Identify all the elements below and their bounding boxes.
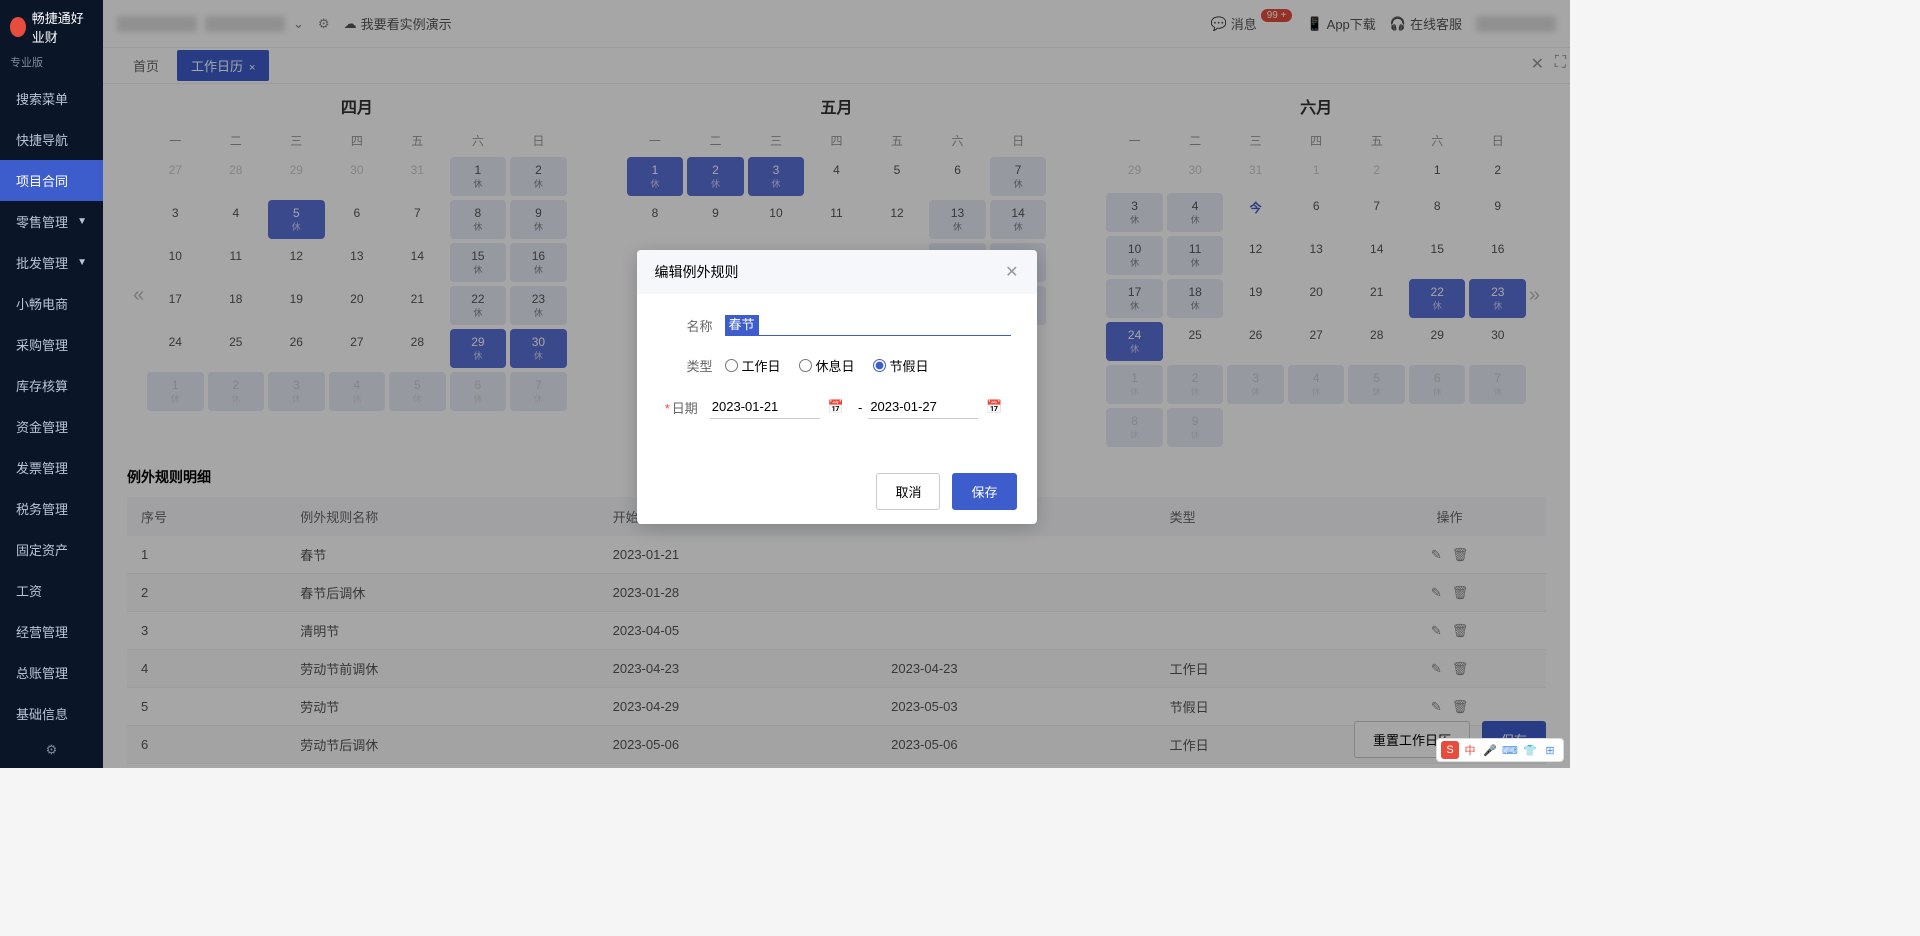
sidebar-item-tax[interactable]: 税务管理 [0,488,103,529]
start-date-input[interactable] [710,395,820,419]
ime-lang-icon[interactable]: 中 [1461,741,1479,759]
sidebar-item-fund[interactable]: 资金管理 [0,406,103,447]
logo-icon [10,17,26,37]
modal-overlay: 编辑例外规则 ✕ 名称 春节 类型 工作日 休息日 [103,0,1570,768]
ime-keyboard-icon[interactable]: ⌨ [1501,741,1519,759]
menu-quicknav[interactable]: 快捷导航 [0,119,103,160]
sidebar-item-invoice[interactable]: 发票管理 [0,447,103,488]
save-button[interactable]: 保存 [952,473,1016,510]
edit-rule-modal: 编辑例外规则 ✕ 名称 春节 类型 工作日 休息日 [637,250,1037,524]
brand-edition: 专业版 [0,54,103,78]
ime-mic-icon[interactable]: 🎤 [1481,741,1499,759]
sidebar-item-ledger[interactable]: 总账管理 [0,652,103,693]
ime-toolbar[interactable]: S 中 🎤 ⌨ 👕 ⊞ [1436,738,1564,762]
modal-close-icon[interactable]: ✕ [1005,262,1018,282]
menu-search[interactable]: 搜索菜单 [0,78,103,119]
sidebar-item-eshop[interactable]: 小畅电商 [0,283,103,324]
sidebar-item-wholesale[interactable]: 批发管理▼ [0,242,103,283]
modal-title: 编辑例外规则 [655,262,739,282]
sidebar-item-purchase[interactable]: 采购管理 [0,324,103,365]
radio-restday[interactable]: 休息日 [799,356,855,375]
ime-tool-icon[interactable]: ⊞ [1541,741,1559,759]
sidebar-item-asset[interactable]: 固定资产 [0,529,103,570]
sidebar-item-base[interactable]: 基础信息 [0,693,103,732]
sidebar-item-project[interactable]: 项目合同 [0,160,103,201]
settings-gear-icon[interactable]: ⚙ [0,732,103,768]
end-date-input[interactable] [868,395,978,419]
sidebar-item-salary[interactable]: 工资 [0,570,103,611]
ime-skin-icon[interactable]: 👕 [1521,741,1539,759]
name-label: 名称 [663,316,713,335]
sidebar-item-biz[interactable]: 经营管理 [0,611,103,652]
type-label: 类型 [663,356,713,375]
radio-workday[interactable]: 工作日 [725,356,781,375]
radio-holiday[interactable]: 节假日 [873,356,929,375]
cancel-button[interactable]: 取消 [876,473,940,510]
date-label: 日期 [672,401,698,416]
brand-name: 畅捷通好业财 [32,8,93,46]
calendar-icon[interactable]: 📅 [828,399,844,415]
brand-logo: 畅捷通好业财 [0,0,103,54]
name-input[interactable]: 春节 [725,315,759,335]
sidebar-item-retail[interactable]: 零售管理▼ [0,201,103,242]
ime-logo-icon: S [1441,741,1459,759]
sidebar: 畅捷通好业财 专业版 搜索菜单 快捷导航 项目合同零售管理▼批发管理▼小畅电商采… [0,0,103,768]
calendar-icon[interactable]: 📅 [986,399,1002,415]
sidebar-item-stock[interactable]: 库存核算 [0,365,103,406]
